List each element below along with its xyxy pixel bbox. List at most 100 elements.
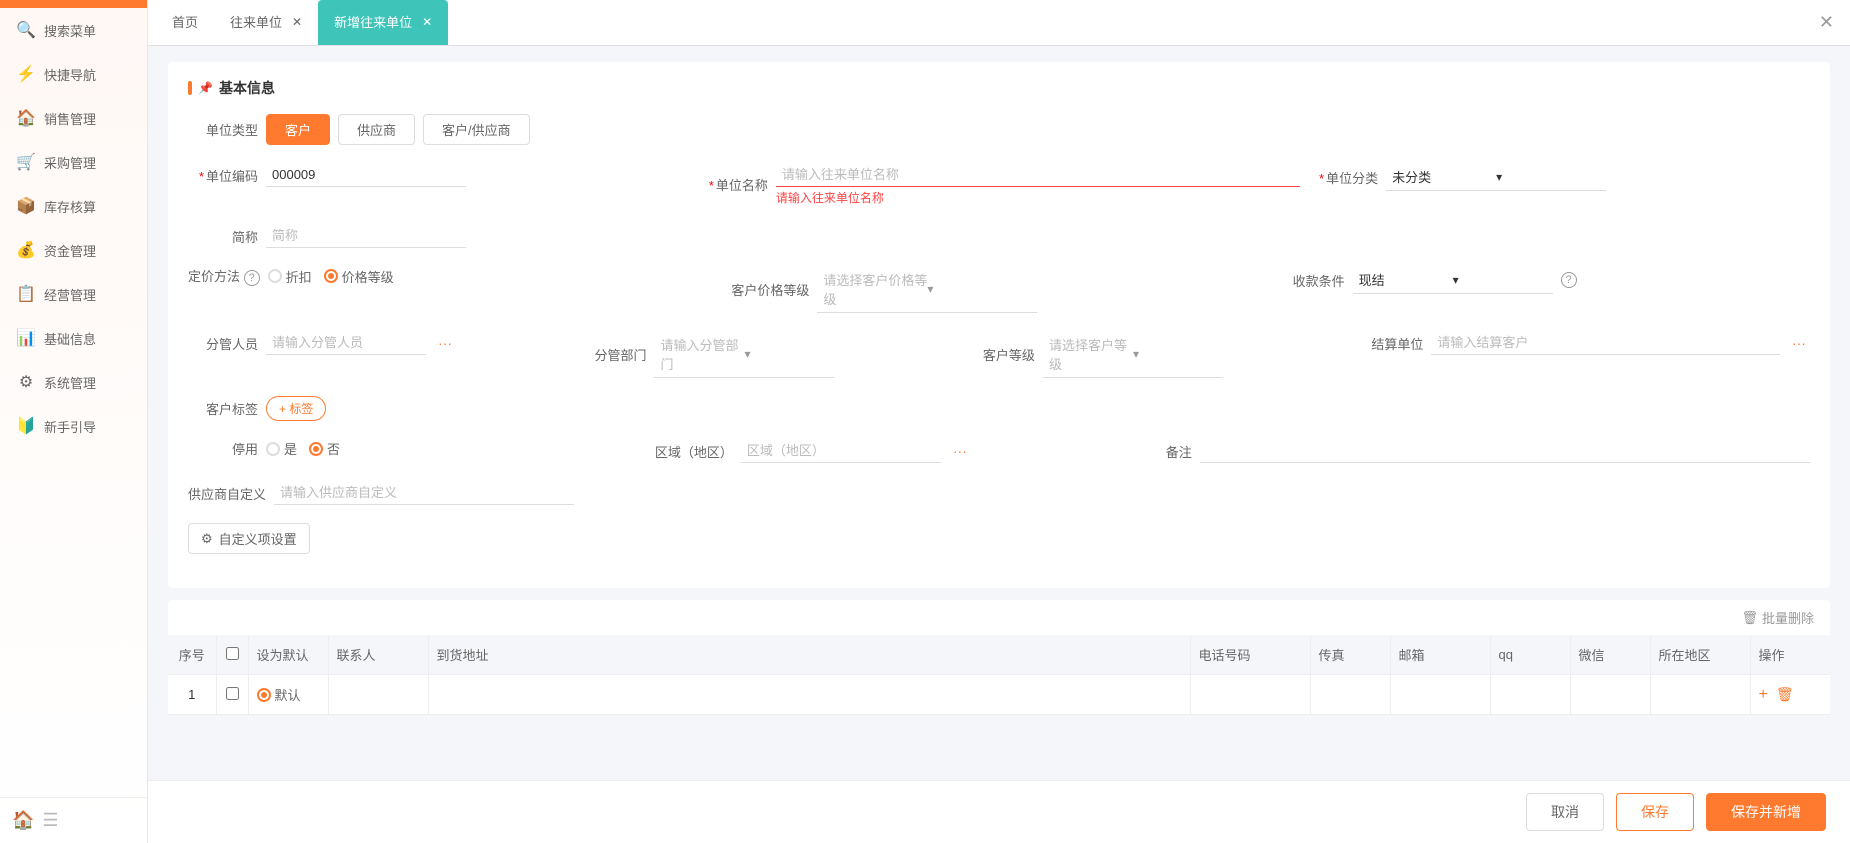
region-input[interactable] [741,439,941,463]
pricing-radio-level[interactable]: 价格等级 [324,267,394,286]
sidebar-home-icon[interactable]: 🏠 [12,810,34,831]
row-address-input[interactable] [437,687,1182,702]
row-qq-input[interactable] [1499,687,1562,702]
row-delete-button[interactable]: 🗑 [1776,686,1794,703]
th-checkbox[interactable] [216,635,248,675]
unit-type-both[interactable]: 客户/供应商 [423,114,530,145]
short-name-label: 简称 [188,227,258,246]
row-default-circle [257,688,271,702]
supplier-custom-input[interactable] [274,481,574,505]
pricing-help-icon[interactable]: ? [244,270,260,286]
sidebar-item-operations[interactable]: 📋 经营管理 [0,272,147,316]
unit-name-input[interactable] [776,163,1300,187]
disabled-label: 停用 [188,439,258,458]
payment-terms-help-icon[interactable]: ? [1561,272,1577,288]
sidebar-item-quick-nav[interactable]: ⚡ 快捷导航 [0,52,147,96]
tab-new-partner-label: 新增往来单位 [334,12,412,31]
cancel-button[interactable]: 取消 [1526,793,1604,831]
unit-type-customer[interactable]: 客户 [266,114,330,145]
sidebar-item-finance[interactable]: 💰 资金管理 [0,228,147,272]
tab-new-partner[interactable]: 新增往来单位 ✕ [318,0,448,45]
sidebar-item-guide[interactable]: 🔰 新手引导 [0,404,147,448]
row-contact-input[interactable] [337,687,420,702]
table-header-row: 序号 设为默认 联系人 到货地址 电话号码 传真 邮箱 qq 微信 所在地区 操… [168,635,1830,675]
custom-settings-button[interactable]: ⚙ 自定义项设置 [188,523,310,554]
customer-tag-label: 客户标签 [188,399,258,418]
disabled-yes-circle [266,442,280,456]
finance-icon: 💰 [16,240,36,260]
sidebar-label-system: 系统管理 [44,373,96,392]
pricing-radio-discount[interactable]: 折扣 [268,267,312,286]
select-all-checkbox[interactable] [226,647,239,660]
row-region-input[interactable] [1659,687,1742,702]
row-add-button[interactable]: + [1759,686,1768,704]
sidebar-label-guide: 新手引导 [44,417,96,436]
tab-partners-close[interactable]: ✕ [292,15,302,29]
row-wechat[interactable] [1570,675,1650,715]
row-address[interactable] [428,675,1190,715]
row-region[interactable] [1650,675,1750,715]
payment-terms-select[interactable]: 现结 ▾ [1353,266,1553,294]
row-contact[interactable] [328,675,428,715]
manager-label: 分管人员 [188,334,258,353]
pricing-row: 定价方法 ? 折扣 价格等级 客户 [188,266,1810,313]
sidebar-item-inventory[interactable]: 📦 库存核算 [0,184,147,228]
customer-tag-group: 客户标签 + 标签 [188,396,1810,421]
region-more-btn[interactable]: ··· [949,443,971,459]
row-email[interactable] [1390,675,1490,715]
manager-more-btn[interactable]: ··· [434,335,456,351]
row-phone[interactable] [1190,675,1310,715]
sidebar-item-search[interactable]: 🔍 搜索菜单 [0,8,147,52]
disabled-row: 停用 是 否 区域（地区） ··· [188,439,1810,463]
save-button[interactable]: 保存 [1616,793,1694,831]
row-wechat-input[interactable] [1579,687,1642,702]
disabled-radio-no[interactable]: 否 [309,439,340,458]
row-qq[interactable] [1490,675,1570,715]
row-default-radio[interactable]: 默认 [257,685,320,704]
sidebar-item-system[interactable]: ⚙ 系统管理 [0,360,147,404]
gear-icon: ⚙ [201,531,213,547]
customer-price-level-select[interactable]: 请选择客户价格等级 ▾ [817,266,1037,313]
th-tel: 电话号码 [1190,635,1310,675]
department-select[interactable]: 请输入分管部门 ▾ [654,331,834,378]
row-email-input[interactable] [1399,687,1482,702]
unit-category-label: *单位分类 [1308,168,1378,187]
unit-type-supplier[interactable]: 供应商 [338,114,415,145]
row-phone-input[interactable] [1199,687,1302,702]
tab-partners-label: 往来单位 [230,12,282,31]
unit-code-input[interactable] [266,163,466,187]
notes-input[interactable] [1200,439,1810,463]
system-icon: ⚙ [16,372,36,392]
payment-terms-label: 收款条件 [1275,271,1345,290]
th-action: 操作 [1750,635,1830,675]
batch-delete-button[interactable]: 🗑 批量删除 [1741,608,1814,627]
row-checkbox-cell[interactable] [216,675,248,715]
sidebar-menu-icon[interactable]: ☰ [42,810,58,831]
row-actions: + 🗑 [1750,675,1830,715]
add-tag-button[interactable]: + 标签 [266,396,326,421]
settlement-unit-more-btn[interactable]: ··· [1788,335,1810,351]
disabled-radio-yes[interactable]: 是 [266,439,297,458]
sidebar-item-purchase[interactable]: 🛒 采购管理 [0,140,147,184]
tab-new-partner-close[interactable]: ✕ [422,15,432,29]
save-new-button[interactable]: 保存并新增 [1706,793,1826,831]
row-fax[interactable] [1310,675,1390,715]
window-close-button[interactable]: ✕ [1811,12,1842,33]
supplier-custom-label: 供应商自定义 [188,484,266,503]
row-checkbox[interactable] [226,687,239,700]
th-addr: 到货地址 [428,635,1190,675]
manager-input[interactable] [266,331,426,355]
row-fax-input[interactable] [1319,687,1382,702]
sidebar-label-sales: 销售管理 [44,109,96,128]
settlement-unit-input[interactable] [1431,331,1780,355]
unit-category-select[interactable]: 未分类 ▾ [1386,163,1606,191]
contact-table: 序号 设为默认 联系人 到货地址 电话号码 传真 邮箱 qq 微信 所在地区 操… [168,635,1830,715]
batch-delete-label: 批量删除 [1762,608,1814,627]
short-name-input[interactable] [266,224,466,248]
tab-home[interactable]: 首页 [156,0,214,45]
customer-level-select[interactable]: 请选择客户等级 ▾ [1043,331,1223,378]
disabled-group: 停用 是 否 [188,439,647,458]
sidebar-item-basic-info[interactable]: 📊 基础信息 [0,316,147,360]
sidebar-item-sales[interactable]: 🏠 销售管理 [0,96,147,140]
tab-partners[interactable]: 往来单位 ✕ [214,0,318,45]
